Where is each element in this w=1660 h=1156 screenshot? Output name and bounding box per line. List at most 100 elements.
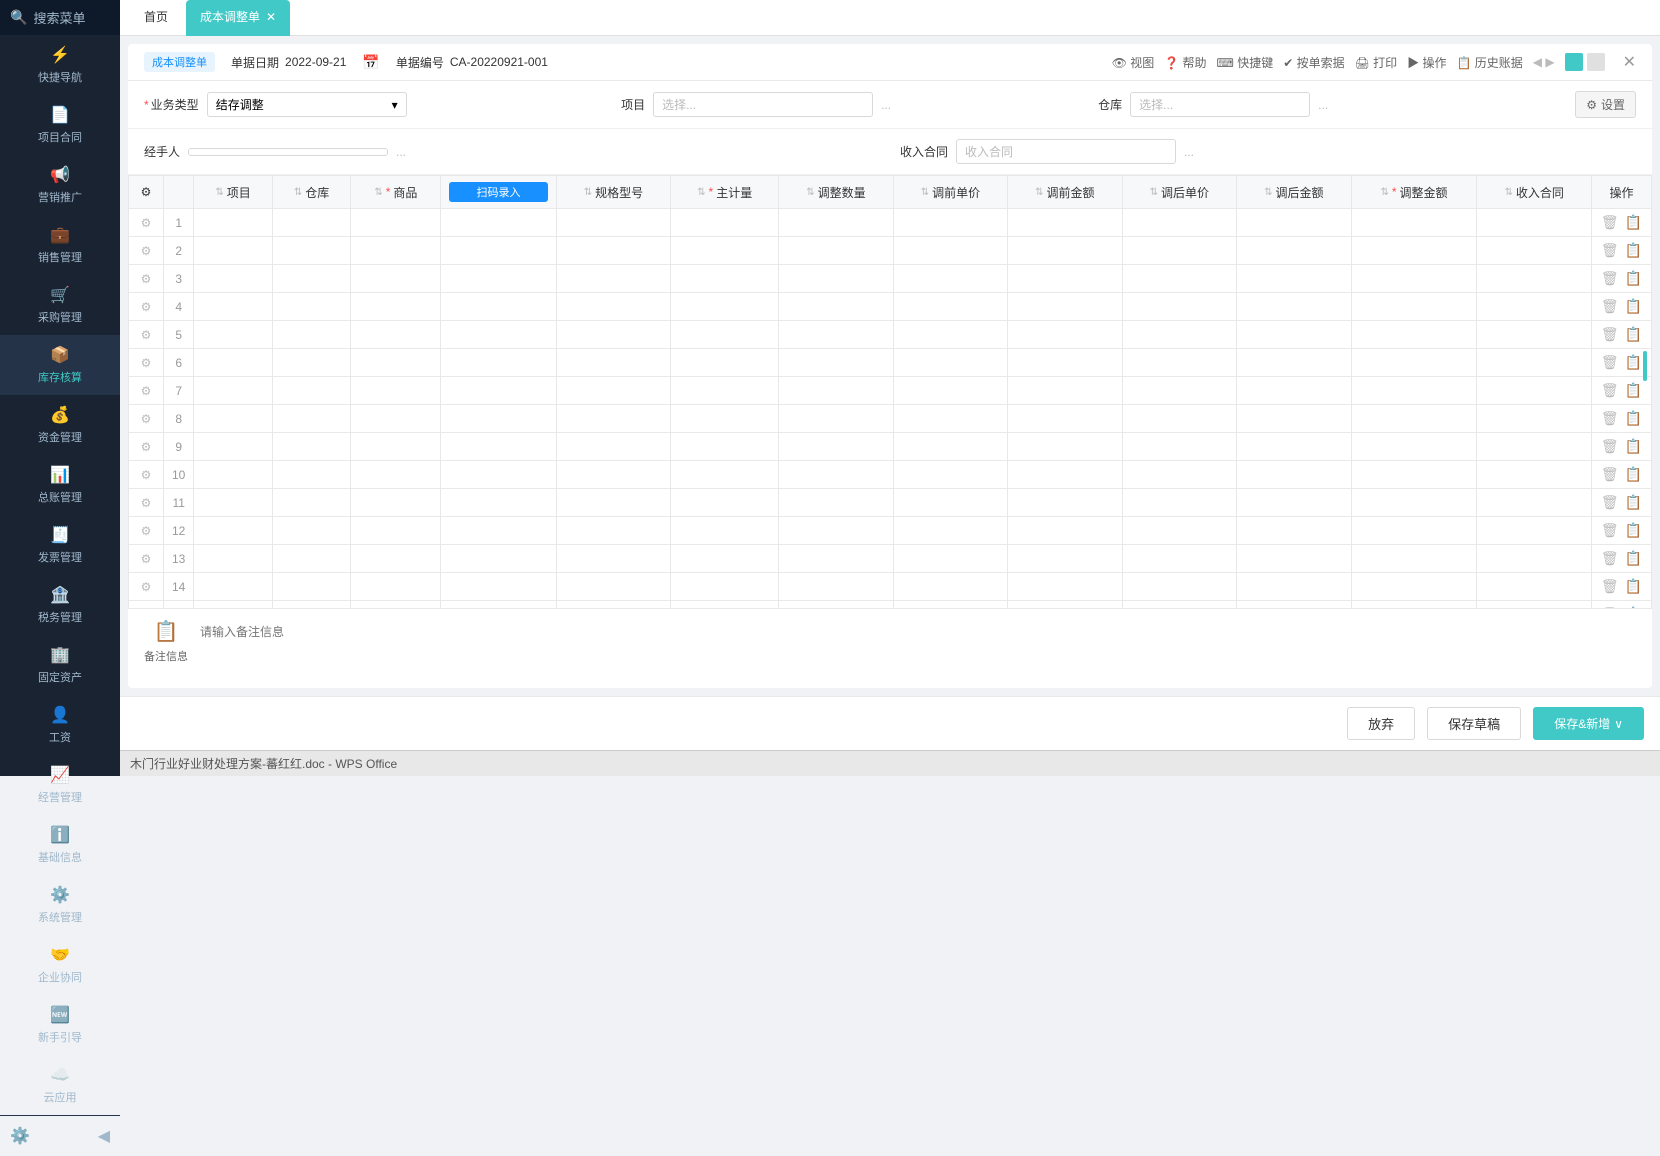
cell-after-amount-6[interactable] xyxy=(1237,349,1351,377)
copy-icon-12[interactable]: 📋 xyxy=(1625,522,1642,539)
cell-product-11[interactable] xyxy=(351,489,441,517)
cell-adjust-qty-3[interactable] xyxy=(779,265,893,293)
cell-after-amount-14[interactable] xyxy=(1237,573,1351,601)
cell-adjust-amount-1[interactable] xyxy=(1351,209,1477,237)
row-settings-icon[interactable]: ⚙ xyxy=(129,433,164,461)
cell-spec-12[interactable] xyxy=(556,517,670,545)
cell-unit-7[interactable] xyxy=(671,377,779,405)
cell-spec-11[interactable] xyxy=(556,489,670,517)
delete-icon-9[interactable]: 🗑 xyxy=(1601,438,1619,455)
cell-scan-8[interactable] xyxy=(441,405,556,433)
cell-adjust-qty-9[interactable] xyxy=(779,433,893,461)
cell-adjust-qty-14[interactable] xyxy=(779,573,893,601)
sidebar-item-new-guide[interactable]: 🆕 新手引导 xyxy=(0,995,120,1055)
cell-project-13[interactable] xyxy=(194,545,273,573)
cell-unit-1[interactable] xyxy=(671,209,779,237)
cell-before-price-1[interactable] xyxy=(893,209,1007,237)
cell-unit-15[interactable] xyxy=(671,601,779,609)
cell-adjust-qty-2[interactable] xyxy=(779,237,893,265)
sidebar-item-sales-mgmt[interactable]: 💼 销售管理 xyxy=(0,215,120,275)
sidebar-item-tax[interactable]: 🏦 税务管理 xyxy=(0,575,120,635)
cell-warehouse-8[interactable] xyxy=(272,405,351,433)
cell-product-1[interactable] xyxy=(351,209,441,237)
sidebar-item-fixed-assets[interactable]: 🏢 固定资产 xyxy=(0,635,120,695)
cell-scan-14[interactable] xyxy=(441,573,556,601)
tab-close-icon[interactable]: ✕ xyxy=(266,10,276,24)
sidebar-item-quick-nav[interactable]: ⚡ 快捷导航 xyxy=(0,35,120,95)
action-help[interactable]: ❓ 帮助 xyxy=(1164,54,1206,71)
cell-adjust-amount-7[interactable] xyxy=(1351,377,1477,405)
cell-product-4[interactable] xyxy=(351,293,441,321)
action-history[interactable]: 📋 历史账据 xyxy=(1457,54,1523,71)
action-operate[interactable]: ▶ 操作 xyxy=(1407,54,1446,71)
cell-adjust-amount-2[interactable] xyxy=(1351,237,1477,265)
cell-before-price-10[interactable] xyxy=(893,461,1007,489)
cell-income-contract-4[interactable] xyxy=(1477,293,1592,321)
copy-icon-7[interactable]: 📋 xyxy=(1625,382,1642,399)
cell-project-15[interactable] xyxy=(194,601,273,609)
cell-after-price-2[interactable] xyxy=(1122,237,1236,265)
cell-adjust-qty-13[interactable] xyxy=(779,545,893,573)
delete-icon-12[interactable]: 🗑 xyxy=(1601,522,1619,539)
cell-product-8[interactable] xyxy=(351,405,441,433)
row-settings-icon[interactable]: ⚙ xyxy=(129,237,164,265)
cell-after-price-12[interactable] xyxy=(1122,517,1236,545)
cell-project-6[interactable] xyxy=(194,349,273,377)
action-view[interactable]: 👁 视图 xyxy=(1112,54,1155,71)
delete-icon-11[interactable]: 🗑 xyxy=(1601,494,1619,511)
row-settings-icon[interactable]: ⚙ xyxy=(129,293,164,321)
cell-after-price-6[interactable] xyxy=(1122,349,1236,377)
cell-product-9[interactable] xyxy=(351,433,441,461)
col-settings[interactable]: ⚙ xyxy=(129,176,164,209)
cell-before-price-8[interactable] xyxy=(893,405,1007,433)
cell-income-contract-15[interactable] xyxy=(1477,601,1592,609)
cell-scan-13[interactable] xyxy=(441,545,556,573)
save-draft-button[interactable]: 保存草稿 xyxy=(1427,707,1521,740)
cell-spec-3[interactable] xyxy=(556,265,670,293)
cell-scan-9[interactable] xyxy=(441,433,556,461)
sidebar-item-project-contract[interactable]: 📄 项目合同 xyxy=(0,95,120,155)
delete-icon-3[interactable]: 🗑 xyxy=(1601,270,1619,287)
cell-adjust-amount-6[interactable] xyxy=(1351,349,1477,377)
cell-before-price-3[interactable] xyxy=(893,265,1007,293)
cell-income-contract-8[interactable] xyxy=(1477,405,1592,433)
cell-after-amount-7[interactable] xyxy=(1237,377,1351,405)
cell-scan-7[interactable] xyxy=(441,377,556,405)
sidebar-item-inventory[interactable]: 📦 库存核算 xyxy=(0,335,120,395)
cell-product-12[interactable] xyxy=(351,517,441,545)
cell-spec-7[interactable] xyxy=(556,377,670,405)
row-settings-icon[interactable]: ⚙ xyxy=(129,349,164,377)
cell-before-price-2[interactable] xyxy=(893,237,1007,265)
action-audit[interactable]: ✔ 按单索据 xyxy=(1283,54,1344,71)
row-settings-icon[interactable]: ⚙ xyxy=(129,573,164,601)
sidebar-search[interactable]: 🔍 搜索菜单 xyxy=(0,0,120,35)
cell-warehouse-9[interactable] xyxy=(272,433,351,461)
cell-before-price-4[interactable] xyxy=(893,293,1007,321)
cell-scan-10[interactable] xyxy=(441,461,556,489)
cell-project-10[interactable] xyxy=(194,461,273,489)
cell-adjust-qty-7[interactable] xyxy=(779,377,893,405)
cell-before-price-6[interactable] xyxy=(893,349,1007,377)
cell-income-contract-13[interactable] xyxy=(1477,545,1592,573)
cell-project-3[interactable] xyxy=(194,265,273,293)
cell-product-3[interactable] xyxy=(351,265,441,293)
cell-warehouse-7[interactable] xyxy=(272,377,351,405)
cell-warehouse-5[interactable] xyxy=(272,321,351,349)
cell-warehouse-4[interactable] xyxy=(272,293,351,321)
cell-before-price-7[interactable] xyxy=(893,377,1007,405)
cell-spec-5[interactable] xyxy=(556,321,670,349)
cell-before-amount-4[interactable] xyxy=(1008,293,1122,321)
cell-adjust-amount-5[interactable] xyxy=(1351,321,1477,349)
cell-before-price-15[interactable] xyxy=(893,601,1007,609)
cell-spec-14[interactable] xyxy=(556,573,670,601)
cell-scan-11[interactable] xyxy=(441,489,556,517)
copy-icon-14[interactable]: 📋 xyxy=(1625,578,1642,595)
cell-spec-6[interactable] xyxy=(556,349,670,377)
cell-product-10[interactable] xyxy=(351,461,441,489)
cell-adjust-qty-12[interactable] xyxy=(779,517,893,545)
copy-icon-10[interactable]: 📋 xyxy=(1625,466,1642,483)
cell-adjust-qty-5[interactable] xyxy=(779,321,893,349)
cell-after-price-8[interactable] xyxy=(1122,405,1236,433)
cell-after-price-13[interactable] xyxy=(1122,545,1236,573)
cell-adjust-qty-10[interactable] xyxy=(779,461,893,489)
